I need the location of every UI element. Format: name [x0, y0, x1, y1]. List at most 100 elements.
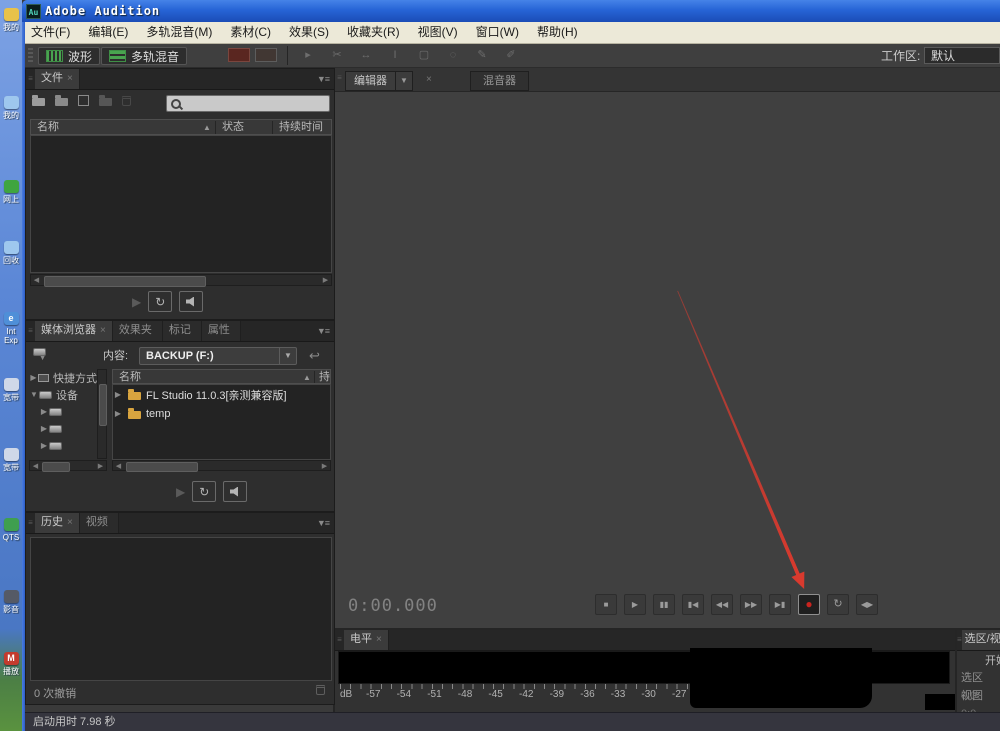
folder-row[interactable]: ▶ FL Studio 11.0.3[亲测兼容版]	[113, 385, 330, 404]
tree-item-drive[interactable]: ▶	[29, 454, 97, 459]
scroll-right-icon[interactable]: ▶	[95, 461, 106, 472]
desktop-icon[interactable]: 影音	[0, 590, 22, 614]
files-list-header[interactable]: 名称 ▲ 状态 持续时间	[30, 119, 332, 135]
autoplay-button[interactable]	[179, 291, 203, 312]
tree-item-drive[interactable]: ▶	[29, 403, 97, 420]
transport-button[interactable]: ◀▶	[856, 594, 878, 615]
desktop-icon[interactable]: QTS	[0, 518, 22, 542]
scroll-thumb[interactable]	[99, 384, 107, 426]
desktop-icon[interactable]: 宽带	[0, 378, 22, 402]
history-list[interactable]	[30, 537, 332, 681]
close-icon[interactable]: ×	[67, 513, 73, 533]
menu-item[interactable]: 素材(C)	[221, 22, 280, 43]
column-divider[interactable]	[215, 121, 216, 134]
tab-editor[interactable]: 编辑器 ▼	[345, 71, 413, 91]
menu-item[interactable]: 收藏夹(R)	[338, 22, 409, 43]
close-icon[interactable]: ×	[426, 74, 432, 85]
scroll-thumb[interactable]	[126, 462, 198, 472]
menu-item[interactable]: 多轨混音(M)	[137, 22, 221, 43]
files-hscrollbar[interactable]: ◀ ▶	[30, 274, 332, 286]
expander-icon[interactable]: ▶	[39, 421, 49, 437]
media-tree[interactable]: ▶ 快捷方式 ▼ 设备 ▶ ▶ ▶ ▶	[29, 369, 97, 459]
menu-item[interactable]: 窗口(W)	[467, 22, 528, 43]
title-bar[interactable]: Au Adobe Audition	[22, 0, 1000, 22]
desktop-icon[interactable]: 回收	[0, 241, 22, 265]
new-file-icon[interactable]	[78, 95, 89, 106]
editor-canvas[interactable]	[335, 92, 1000, 628]
panel-menu-icon[interactable]: ▼≡	[312, 321, 334, 341]
spectral-pitch-button[interactable]	[255, 48, 277, 62]
tree-item-shortcuts[interactable]: ▶ 快捷方式	[29, 369, 97, 386]
desktop-icon[interactable]: 网上	[0, 180, 22, 204]
open-file-icon[interactable]	[32, 98, 45, 106]
column-divider[interactable]	[314, 371, 315, 383]
history-tab[interactable]: 视频	[80, 513, 119, 533]
expander-icon[interactable]: ▶	[39, 455, 49, 460]
spectral-frequency-button[interactable]	[228, 48, 250, 62]
expander-icon[interactable]: ▶	[29, 370, 38, 386]
media-filter-icon[interactable]: ▼	[33, 348, 46, 361]
desktop-icon[interactable]: e Int Exp	[0, 312, 22, 345]
trash-icon[interactable]	[316, 685, 325, 695]
scroll-right-icon[interactable]: ▶	[319, 461, 330, 472]
desktop-icon[interactable]: 宽带	[0, 448, 22, 472]
play-icon[interactable]: ▶	[132, 295, 141, 309]
sort-ascending-icon[interactable]: ▲	[203, 120, 211, 135]
transport-button[interactable]: ◀◀	[711, 594, 733, 615]
sort-ascending-icon[interactable]: ▲	[303, 370, 311, 384]
tool-icon[interactable]: ▢	[413, 46, 435, 64]
autoplay-button[interactable]	[223, 481, 247, 502]
tool-icon[interactable]: ✎	[471, 46, 493, 64]
scroll-thumb[interactable]	[44, 276, 206, 287]
tool-icon[interactable]: ▸	[297, 46, 319, 64]
menu-item[interactable]: 效果(S)	[280, 22, 338, 43]
scroll-right-icon[interactable]: ▶	[320, 275, 331, 286]
loop-button[interactable]: ↻	[148, 291, 172, 312]
multitrack-view-button[interactable]: 多轨混音	[101, 47, 187, 65]
save-icon[interactable]	[99, 98, 112, 106]
panel-menu-icon[interactable]: ▼≡	[312, 69, 334, 89]
column-name[interactable]: 名称	[37, 120, 59, 135]
tool-icon[interactable]: I	[384, 46, 406, 64]
transport-button[interactable]: ▶▮	[769, 594, 791, 615]
folder-row[interactable]: ▶ temp	[113, 404, 330, 423]
column-duration[interactable]: 持续时间	[319, 370, 331, 384]
files-list[interactable]	[30, 135, 332, 273]
media-tab[interactable]: 标记	[163, 321, 202, 341]
chevron-down-icon[interactable]: ▼	[395, 72, 412, 90]
scroll-left-icon[interactable]: ◀	[30, 461, 41, 472]
tab-levels[interactable]: 电平 ×	[344, 630, 389, 650]
close-icon[interactable]: ×	[376, 630, 382, 650]
menu-item[interactable]: 文件(F)	[22, 22, 79, 43]
content-dropdown[interactable]: BACKUP (F:) ▼	[139, 347, 297, 365]
column-name[interactable]: 名称	[119, 370, 141, 384]
media-list-header[interactable]: 名称 ▲ 持续时间	[112, 369, 331, 384]
expander-icon[interactable]: ▼	[29, 387, 39, 403]
media-list-hscrollbar[interactable]: ◀ ▶	[112, 460, 331, 471]
waveform-view-button[interactable]: 波形	[38, 47, 100, 65]
delete-icon[interactable]	[122, 96, 131, 106]
play-icon[interactable]: ▶	[176, 485, 185, 499]
tab-mixer[interactable]: 混音器	[470, 71, 529, 91]
column-duration[interactable]: 持续时间	[279, 120, 323, 135]
search-input[interactable]	[185, 96, 319, 111]
transport-button[interactable]: ▮▮	[653, 594, 675, 615]
search-box[interactable]	[166, 95, 330, 112]
expander-icon[interactable]: ▶	[39, 438, 49, 454]
media-tab[interactable]: 属性	[202, 321, 241, 341]
transport-button[interactable]: ↻	[827, 594, 849, 615]
media-tree-vscrollbar[interactable]	[97, 369, 107, 459]
history-tab[interactable]: 历史 ×	[35, 513, 80, 533]
loop-button[interactable]: ↻	[192, 481, 216, 502]
menu-item[interactable]: 视图(V)	[409, 22, 467, 43]
desktop-icon[interactable]: M 播放	[0, 652, 22, 676]
scroll-left-icon[interactable]: ◀	[31, 275, 42, 286]
menu-item[interactable]: 帮助(H)	[528, 22, 587, 43]
media-tab[interactable]: 媒体浏览器 ×	[35, 321, 113, 341]
menu-item[interactable]: 编辑(E)	[79, 22, 137, 43]
scroll-left-icon[interactable]: ◀	[113, 461, 124, 472]
time-display[interactable]: 0:00.000	[348, 596, 438, 616]
tool-icon[interactable]: ✂	[326, 46, 348, 64]
desktop-icon[interactable]: 我的	[0, 8, 22, 32]
panel-menu-icon[interactable]: ▼≡	[312, 513, 334, 533]
